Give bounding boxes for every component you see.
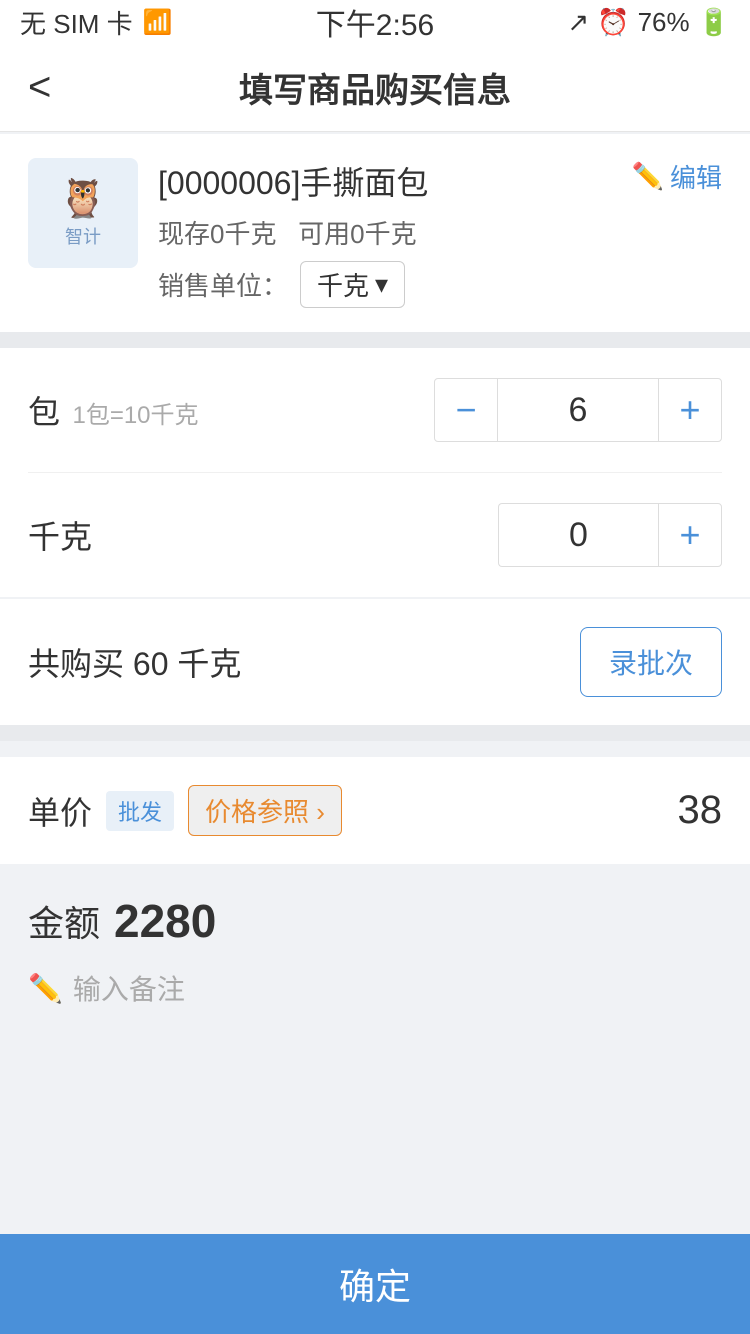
confirm-button[interactable]: 确定 (339, 1258, 411, 1310)
stock-label: 现存0千克 (158, 219, 276, 249)
summary-unit: 千克 (177, 646, 241, 682)
back-button[interactable]: < (28, 65, 51, 110)
kg-plus-button[interactable]: + (658, 503, 722, 567)
location-icon: ↗ (567, 7, 589, 38)
edit-button[interactable]: ✏️ 编辑 (632, 158, 722, 195)
product-info: [0000006]手撕面包 ✏️ 编辑 现存0千克 可用0千克 销售单位： 千克… (158, 158, 722, 308)
dropdown-arrow-icon: ▾ (375, 269, 388, 300)
product-logo-text: 智计 (65, 223, 101, 249)
divider-2 (0, 725, 750, 741)
footer[interactable]: 确定 (0, 1234, 750, 1334)
summary-section: 共购买 60 千克 录批次 (0, 599, 750, 725)
price-row: 单价 批发 价格参照 › 38 (28, 785, 722, 836)
kg-input-row: 千克 + (28, 473, 722, 597)
divider-1 (0, 332, 750, 348)
battery-icon: 🔋 (698, 7, 730, 38)
kg-stepper: + (498, 503, 722, 567)
amount-section: 金额 2280 ✏️ 输入备注 (0, 866, 750, 1036)
product-stock: 现存0千克 可用0千克 (158, 214, 722, 251)
amount-value: 2280 (114, 894, 216, 948)
price-section: 单价 批发 价格参照 › 38 (0, 757, 750, 864)
summary-prefix: 共购买 (28, 646, 124, 682)
price-label: 单价 (28, 788, 92, 834)
carrier-label: 无 SIM 卡 (20, 4, 133, 41)
battery-label: 76% (638, 7, 690, 38)
status-left: 无 SIM 卡 📶 (20, 4, 173, 41)
input-section: 包 1包=10千克 − + 千克 + (0, 348, 750, 597)
status-time: 下午2:56 (316, 0, 434, 44)
price-value: 38 (678, 788, 723, 833)
bao-sub-label: 1包=10千克 (72, 402, 198, 429)
bao-input[interactable] (498, 378, 658, 442)
product-unit-row: 销售单位： 千克 ▾ (158, 261, 722, 308)
price-ref-button[interactable]: 价格参照 › (188, 785, 342, 836)
alarm-icon: ⏰ (597, 7, 629, 38)
kg-label: 千克 (28, 512, 92, 558)
note-row[interactable]: ✏️ 输入备注 (28, 968, 722, 1008)
amount-label: 金额 (28, 895, 100, 947)
product-name: [0000006]手撕面包 (158, 158, 428, 204)
edit-icon: ✏️ (632, 161, 664, 192)
summary-text: 共购买 60 千克 (28, 639, 241, 685)
price-badge: 批发 (106, 791, 174, 831)
wifi-icon: 📶 (143, 8, 173, 37)
available-label: 可用0千克 (298, 219, 416, 249)
bao-plus-button[interactable]: + (658, 378, 722, 442)
product-card: 🦉 智计 [0000006]手撕面包 ✏️ 编辑 现存0千克 可用0千克 销售单… (0, 134, 750, 332)
note-placeholder: 输入备注 (73, 968, 185, 1008)
record-batch-button[interactable]: 录批次 (580, 627, 722, 697)
product-logo-icon: 🦉 (59, 177, 106, 221)
bao-stepper: − + (434, 378, 722, 442)
unit-value: 千克 (317, 266, 369, 303)
pencil-icon: ✏️ (28, 972, 63, 1005)
unit-dropdown[interactable]: 千克 ▾ (300, 261, 405, 308)
edit-label: 编辑 (670, 158, 722, 195)
status-right: ↗ ⏰ 76% 🔋 (567, 7, 730, 38)
page-title: 填写商品购买信息 (239, 63, 511, 112)
summary-amount: 60 (133, 646, 169, 682)
status-bar: 无 SIM 卡 📶 下午2:56 ↗ ⏰ 76% 🔋 (0, 0, 750, 44)
amount-row: 金额 2280 (28, 894, 722, 948)
nav-bar: < 填写商品购买信息 (0, 44, 750, 132)
bao-label-group: 包 1包=10千克 (28, 387, 199, 433)
product-image: 🦉 智计 (28, 158, 138, 268)
bao-label: 包 (28, 394, 60, 430)
bao-minus-button[interactable]: − (434, 378, 498, 442)
kg-input[interactable] (498, 503, 658, 567)
unit-label: 销售单位： (158, 266, 288, 303)
bao-input-row: 包 1包=10千克 − + (28, 348, 722, 473)
